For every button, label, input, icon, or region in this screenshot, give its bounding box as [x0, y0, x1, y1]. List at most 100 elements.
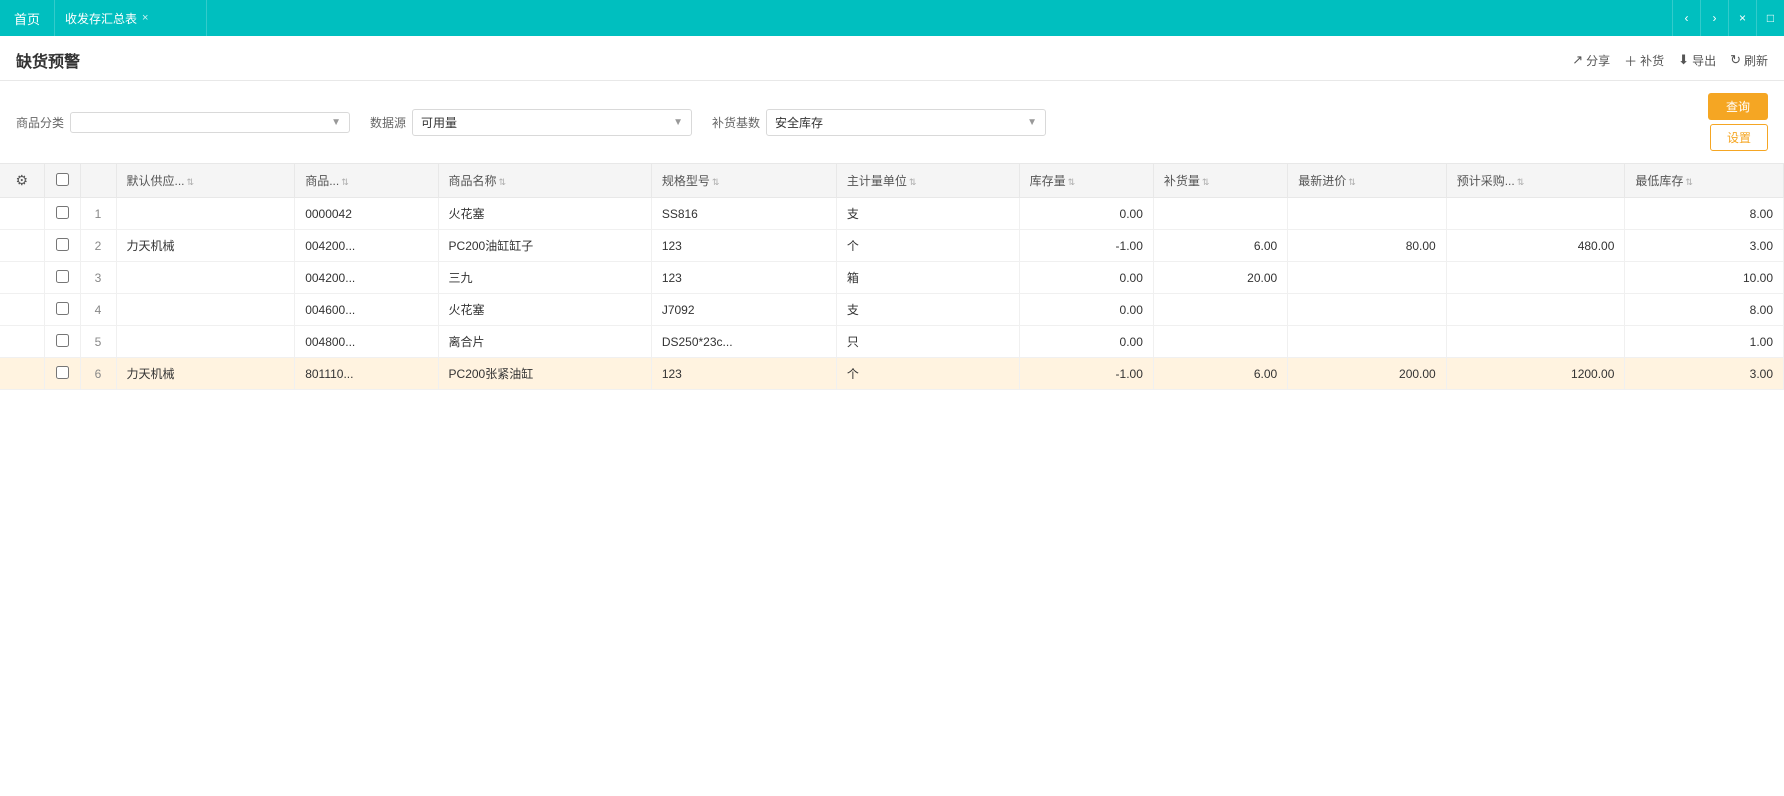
select-all-checkbox[interactable]: [56, 173, 69, 186]
nav-tab-5[interactable]: 收发存汇总表×: [55, 0, 207, 36]
cell-supplement_qty-0: [1153, 198, 1287, 230]
cell-min_stock-5: 3.00: [1625, 358, 1784, 390]
cell-latest_price-5: 200.00: [1288, 358, 1447, 390]
cell-min_stock-2: 10.00: [1625, 262, 1784, 294]
th-latest_price[interactable]: 最新进价⇅: [1288, 164, 1447, 198]
th-unit[interactable]: 主计量单位⇅: [836, 164, 1019, 198]
cell-gear-1: [0, 230, 44, 262]
table-header: ⚙默认供应...⇅商品...⇅商品名称⇅规格型号⇅主计量单位⇅库存量⇅补货量⇅最…: [0, 164, 1784, 198]
datasource-chevron-icon: ▼: [673, 117, 683, 128]
sort-icon-stock_qty: ⇅: [1068, 177, 1076, 187]
cell-min_stock-3: 8.00: [1625, 294, 1784, 326]
cell-product_code-5: 801110...: [295, 358, 438, 390]
share-label: 分享: [1586, 52, 1610, 69]
nav-maximize[interactable]: □: [1756, 0, 1784, 36]
supplement-label: 补货: [1640, 52, 1664, 69]
th-product_name[interactable]: 商品名称⇅: [438, 164, 651, 198]
cell-stock_qty-1: -1.00: [1019, 230, 1153, 262]
refresh-button[interactable]: ↻ 刷新: [1730, 52, 1768, 69]
nav-home[interactable]: 首页: [0, 0, 55, 36]
cell-product_name-2: 三九: [438, 262, 651, 294]
share-button[interactable]: ↗ 分享: [1572, 52, 1610, 69]
row-checkbox-4[interactable]: [56, 334, 69, 347]
row-checkbox-3[interactable]: [56, 302, 69, 315]
table-row[interactable]: 2力天机械004200...PC200油缸缸子123个-1.006.0080.0…: [0, 230, 1784, 262]
th-stock_qty[interactable]: 库存量⇅: [1019, 164, 1153, 198]
cell-latest_price-0: [1288, 198, 1447, 230]
supplement-button[interactable]: ＋ 补货: [1624, 51, 1664, 70]
nav-close-window[interactable]: ×: [1728, 0, 1756, 36]
th-label-spec: 规格型号: [662, 174, 710, 188]
th-label-min_stock: 最低库存: [1635, 174, 1683, 188]
nav-tab-close-5[interactable]: ×: [142, 12, 148, 24]
cell-unit-0: 支: [836, 198, 1019, 230]
th-min_stock[interactable]: 最低库存⇅: [1625, 164, 1784, 198]
cell-product_code-4: 004800...: [295, 326, 438, 358]
cell-default_supplier-0: [116, 198, 295, 230]
nav-tabs: 炼货异常处理×现存量（库存状况表）×现存量（库存分布表）×库存批次账×出入库流水…: [55, 0, 207, 36]
export-button[interactable]: ⬇ 导出: [1678, 52, 1716, 69]
share-icon: ↗: [1572, 52, 1583, 68]
table-body: 10000042火花塞SS816支0.008.002力天机械004200...P…: [0, 198, 1784, 390]
cell-product_name-3: 火花塞: [438, 294, 651, 326]
cell-product_name-0: 火花塞: [438, 198, 651, 230]
cell-default_supplier-3: [116, 294, 295, 326]
cell-estimated_purchase-5: 1200.00: [1446, 358, 1625, 390]
nav-scroll-left[interactable]: ‹: [1672, 0, 1700, 36]
cell-default_supplier-5: 力天机械: [116, 358, 295, 390]
cell-supplement_qty-2: 20.00: [1153, 262, 1287, 294]
table-row[interactable]: 3004200...三九123箱0.0020.0010.00: [0, 262, 1784, 294]
cell-unit-1: 个: [836, 230, 1019, 262]
category-label: 商品分类: [16, 114, 64, 131]
cell-spec-2: 123: [651, 262, 836, 294]
cell-checkbox-3: [44, 294, 80, 326]
datasource-select[interactable]: 可用量 ▼: [412, 109, 692, 136]
settings-button[interactable]: 设置: [1710, 124, 1768, 151]
cell-gear-3: [0, 294, 44, 326]
page-title: 缺货预警: [16, 48, 80, 72]
cell-product_name-5: PC200张紧油缸: [438, 358, 651, 390]
gear-icon[interactable]: ⚙: [15, 172, 28, 188]
cell-estimated_purchase-1: 480.00: [1446, 230, 1625, 262]
cell-stock_qty-4: 0.00: [1019, 326, 1153, 358]
cell-latest_price-2: [1288, 262, 1447, 294]
cell-spec-5: 123: [651, 358, 836, 390]
supplement-base-select[interactable]: 安全库存 ▼: [766, 109, 1046, 136]
cell-product_name-1: PC200油缸缸子: [438, 230, 651, 262]
nav-arrow-group: ‹ › × □: [1672, 0, 1784, 36]
th-supplement_qty[interactable]: 补货量⇅: [1153, 164, 1287, 198]
row-checkbox-1[interactable]: [56, 238, 69, 251]
category-select[interactable]: ▼: [70, 112, 350, 133]
cell-latest_price-4: [1288, 326, 1447, 358]
th-label-supplement_qty: 补货量: [1164, 174, 1200, 188]
th-gear: ⚙: [0, 164, 44, 198]
export-label: 导出: [1692, 52, 1716, 69]
row-checkbox-5[interactable]: [56, 366, 69, 379]
row-checkbox-2[interactable]: [56, 270, 69, 283]
category-chevron-icon: ▼: [331, 117, 341, 128]
cell-spec-4: DS250*23c...: [651, 326, 836, 358]
nav-scroll-right[interactable]: ›: [1700, 0, 1728, 36]
sort-icon-product_name: ⇅: [499, 177, 507, 187]
table-row[interactable]: 4004600...火花塞J7092支0.008.00: [0, 294, 1784, 326]
th-product_code[interactable]: 商品...⇅: [295, 164, 438, 198]
cell-default_supplier-2: [116, 262, 295, 294]
cell-unit-5: 个: [836, 358, 1019, 390]
row-checkbox-0[interactable]: [56, 206, 69, 219]
cell-unit-2: 箱: [836, 262, 1019, 294]
table-row[interactable]: 10000042火花塞SS816支0.008.00: [0, 198, 1784, 230]
th-label-estimated_purchase: 预计采购...: [1457, 174, 1515, 188]
th-estimated_purchase[interactable]: 预计采购...⇅: [1446, 164, 1625, 198]
cell-supplement_qty-3: [1153, 294, 1287, 326]
cell-seq-4: 5: [80, 326, 116, 358]
th-spec[interactable]: 规格型号⇅: [651, 164, 836, 198]
cell-default_supplier-4: [116, 326, 295, 358]
table-row[interactable]: 5004800...离合片DS250*23c...只0.001.00: [0, 326, 1784, 358]
table-row[interactable]: 6力天机械801110...PC200张紧油缸123个-1.006.00200.…: [0, 358, 1784, 390]
th-label-unit: 主计量单位: [847, 174, 907, 188]
cell-seq-3: 4: [80, 294, 116, 326]
query-button[interactable]: 查询: [1708, 93, 1768, 120]
supplement-base-chevron-icon: ▼: [1027, 117, 1037, 128]
th-default_supplier[interactable]: 默认供应...⇅: [116, 164, 295, 198]
datasource-label: 数据源: [370, 114, 406, 131]
